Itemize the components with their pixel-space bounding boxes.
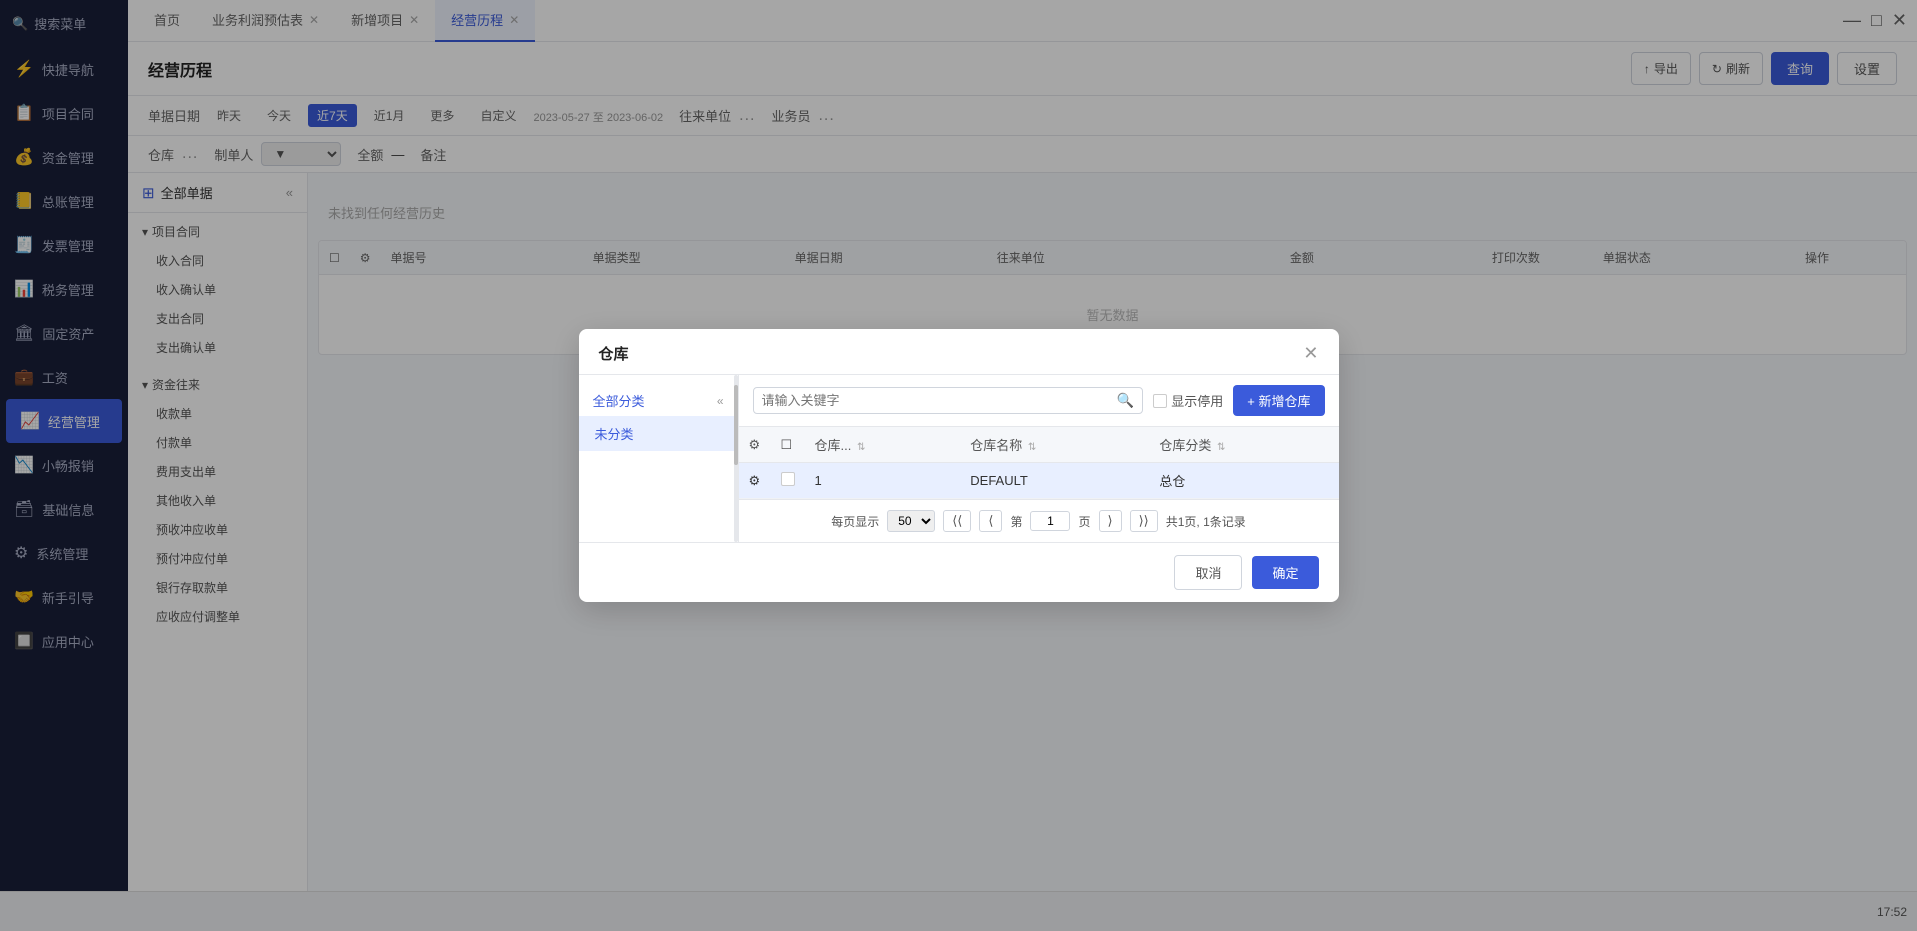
sort-code-icon: ⇅ <box>857 442 865 453</box>
sort-category-icon: ⇅ <box>1217 442 1225 453</box>
modal-left-item-uncategorized[interactable]: 未分类 <box>579 416 738 451</box>
confirm-button[interactable]: 确定 <box>1252 556 1318 589</box>
modal-header: 仓库 ✕ <box>579 329 1339 375</box>
modal-right-panel: 🔍 显示停用 + 新增仓库 ⚙ ☐ <box>739 375 1339 542</box>
row-checkbox[interactable] <box>781 472 795 486</box>
modal-th-checkbox: ☐ <box>771 427 805 463</box>
warehouse-modal: 仓库 ✕ 全部分类 « 未分类 <box>579 329 1339 602</box>
modal-th-code: 仓库... ⇅ <box>805 427 961 463</box>
modal-search-box: 🔍 <box>753 387 1144 414</box>
show-disabled-checkbox[interactable] <box>1153 394 1167 408</box>
modal-page-unit: 页 <box>1078 513 1090 530</box>
modal-page-input[interactable] <box>1030 511 1070 531</box>
modal-prev-page-btn[interactable]: ⟨ <box>979 510 1002 532</box>
modal-toolbar: 🔍 显示停用 + 新增仓库 <box>739 375 1339 427</box>
modal-page-label: 第 <box>1010 513 1022 530</box>
modal-search-input[interactable] <box>762 393 1111 408</box>
modal-overlay: 仓库 ✕ 全部分类 « 未分类 <box>0 0 1917 931</box>
modal-close-button[interactable]: ✕ <box>1303 343 1318 364</box>
modal-page-size-select[interactable]: 50 <box>887 510 935 532</box>
modal-last-page-btn[interactable]: ⟩⟩ <box>1130 510 1158 532</box>
modal-total: 共1页, 1条记录 <box>1166 513 1246 530</box>
modal-left-header: 全部分类 « <box>579 385 738 416</box>
modal-all-label[interactable]: 全部分类 <box>593 391 645 410</box>
modal-body: 全部分类 « 未分类 🔍 显示停用 <box>579 375 1339 542</box>
row-id-cell: 1 <box>805 463 961 499</box>
modal-table-row[interactable]: ⚙ 1 DEFAULT 总仓 <box>739 463 1339 499</box>
add-warehouse-button[interactable]: + 新增仓库 <box>1233 385 1324 416</box>
cancel-button[interactable]: 取消 <box>1174 555 1242 590</box>
modal-collapse-icon[interactable]: « <box>717 394 724 408</box>
modal-th-category: 仓库分类 ⇅ <box>1149 427 1338 463</box>
modal-next-page-btn[interactable]: ⟩ <box>1099 510 1122 532</box>
modal-th-settings: ⚙ <box>739 427 771 463</box>
modal-page-size-label: 每页显示 <box>831 513 879 530</box>
modal-title: 仓库 <box>599 343 629 364</box>
sort-name-icon: ⇅ <box>1028 442 1036 453</box>
modal-footer: 取消 确定 <box>579 542 1339 602</box>
modal-search-icon: 🔍 <box>1117 392 1134 409</box>
modal-scrollthumb <box>734 385 738 465</box>
modal-first-page-btn[interactable]: ⟨⟨ <box>943 510 971 532</box>
modal-table-header-row: ⚙ ☐ 仓库... ⇅ 仓库名称 ⇅ <box>739 427 1339 463</box>
row-name-cell: 总仓 <box>1149 463 1338 499</box>
row-code-cell: DEFAULT <box>960 463 1149 499</box>
modal-table: ⚙ ☐ 仓库... ⇅ 仓库名称 ⇅ <box>739 427 1339 499</box>
modal-left-panel: 全部分类 « 未分类 <box>579 375 739 542</box>
modal-scrollbar <box>734 375 738 542</box>
show-disabled-label[interactable]: 显示停用 <box>1153 391 1223 410</box>
modal-th-name: 仓库名称 ⇅ <box>960 427 1149 463</box>
modal-pagination: 每页显示 50 ⟨⟨ ⟨ 第 页 ⟩ ⟩⟩ 共1页, 1条记录 <box>739 499 1339 542</box>
row-checkbox-cell[interactable] <box>771 463 805 499</box>
row-settings-cell: ⚙ <box>739 463 771 499</box>
show-disabled-text: 显示停用 <box>1171 391 1223 410</box>
